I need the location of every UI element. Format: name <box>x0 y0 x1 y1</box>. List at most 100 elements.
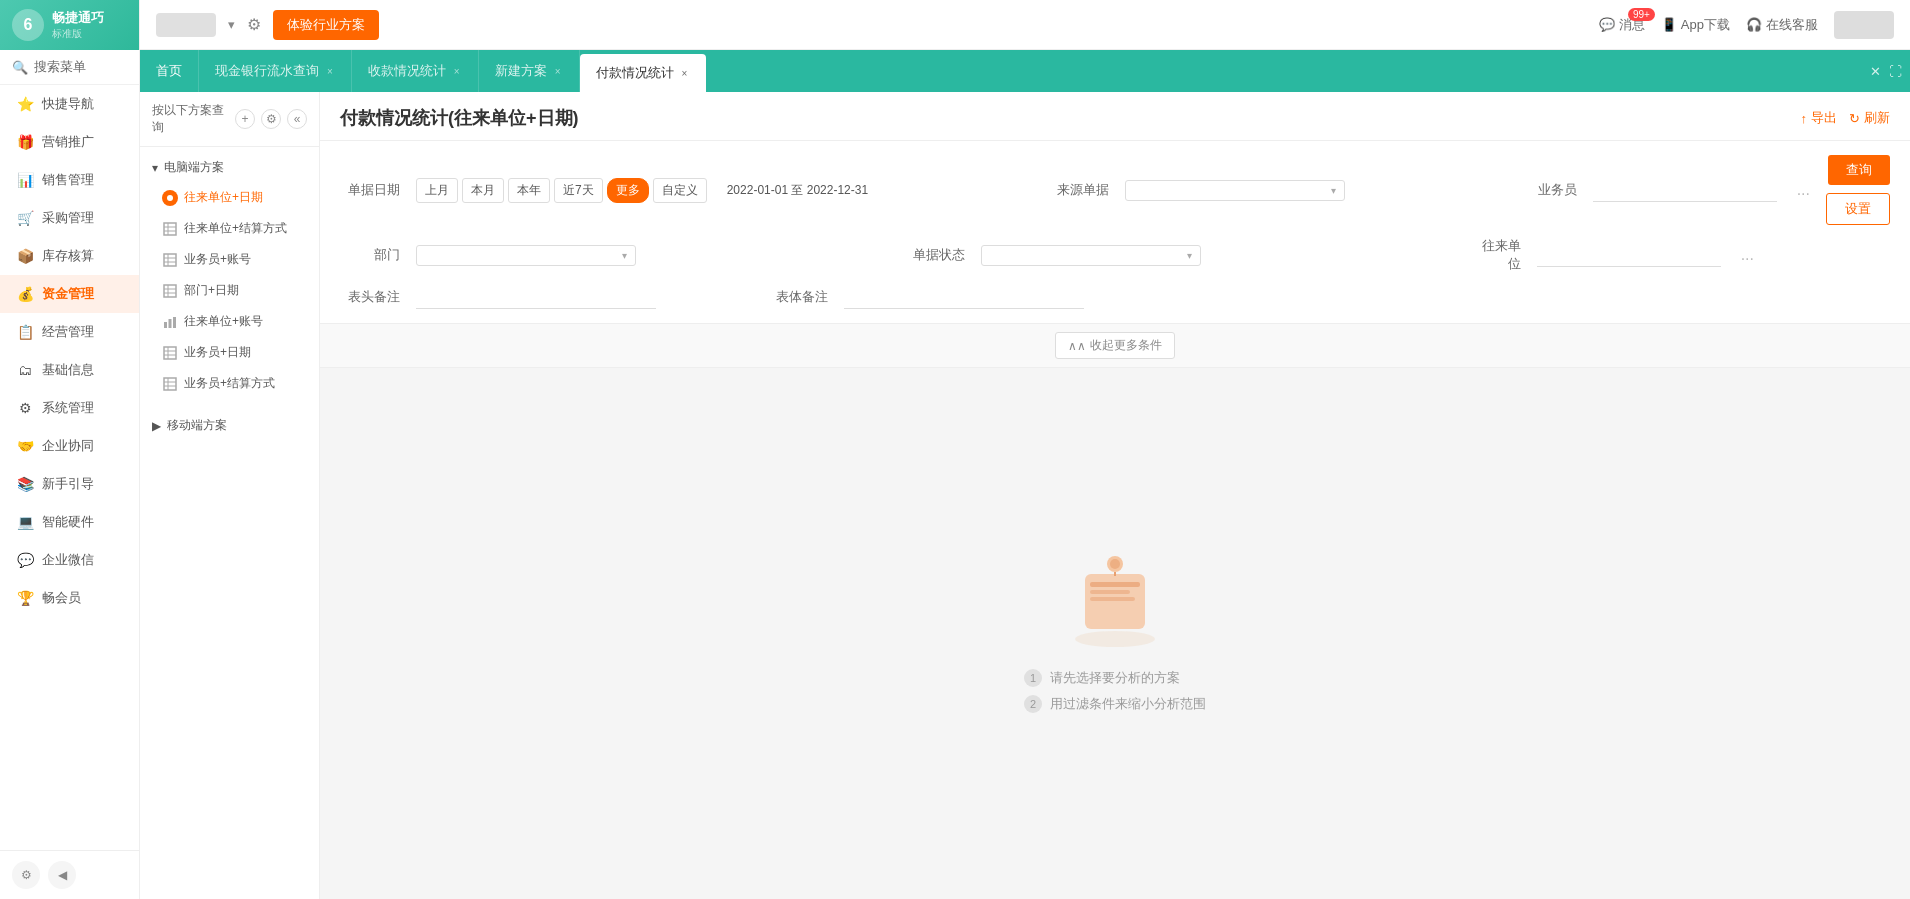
sidebar-item-marketing[interactable]: 🎁 营销推广 <box>0 123 139 161</box>
capital-icon: 💰 <box>16 285 34 303</box>
scheme-salesperson-account-label: 业务员+账号 <box>184 251 251 268</box>
app-download[interactable]: 📱 App下载 <box>1661 16 1730 34</box>
tab-new-scheme-close[interactable]: × <box>553 64 563 79</box>
body-note-label: 表体备注 <box>768 288 828 306</box>
header-note-input[interactable] <box>416 285 656 309</box>
tab-payment-stats-close[interactable]: × <box>680 66 690 81</box>
export-button[interactable]: ↑ 导出 <box>1801 109 1838 127</box>
scheme-salesperson-payment[interactable]: 业务员+结算方式 <box>140 368 319 399</box>
desktop-section-title[interactable]: ▾ 电脑端方案 <box>140 153 319 182</box>
tip-text-1: 请先选择要分析的方案 <box>1050 669 1180 687</box>
add-icon: + <box>241 112 248 126</box>
settings-footer-btn[interactable]: ⚙ <box>12 861 40 889</box>
sidebar-item-operations[interactable]: 📋 经营管理 <box>0 313 139 351</box>
sidebar-item-enterprise[interactable]: 🤝 企业协同 <box>0 427 139 465</box>
user-avatar-placeholder <box>156 13 216 37</box>
date-range-display: 2022-01-01 至 2022-12-31 <box>727 182 868 199</box>
date-btn-last-7-days[interactable]: 近7天 <box>554 178 603 203</box>
sidebar-item-wechat[interactable]: 💬 企业微信 <box>0 541 139 579</box>
scheme-settings-btn[interactable]: ⚙ <box>261 109 281 129</box>
sidebar-item-guide[interactable]: 📚 新手引导 <box>0 465 139 503</box>
date-btn-this-year[interactable]: 本年 <box>508 178 550 203</box>
date-btn-this-month[interactable]: 本月 <box>462 178 504 203</box>
bill-status-select[interactable]: ▾ <box>981 245 1201 266</box>
date-btn-last-month[interactable]: 上月 <box>416 178 458 203</box>
scheme-partner-account[interactable]: 往来单位+账号 <box>140 306 319 337</box>
source-select[interactable]: ▾ <box>1125 180 1345 201</box>
mobile-section-title[interactable]: ▶ 移动端方案 <box>140 411 319 440</box>
tab-expand-icon[interactable]: ⛶ <box>1889 64 1902 79</box>
dept-select[interactable]: ▾ <box>416 245 636 266</box>
messages-badge[interactable]: 💬 消息 99+ <box>1599 16 1645 34</box>
partner-dots[interactable]: ... <box>1741 246 1754 264</box>
tab-cash-bank-close[interactable]: × <box>325 64 335 79</box>
scheme-partner-date[interactable]: 往来单位+日期 <box>140 182 319 213</box>
collapse-panel-btn[interactable]: « <box>287 109 307 129</box>
collapse-sidebar-btn[interactable]: ◀ <box>48 861 76 889</box>
header-settings-icon[interactable]: ⚙ <box>247 15 261 34</box>
svg-rect-20 <box>164 378 176 390</box>
scheme-salesperson-account[interactable]: 业务员+账号 <box>140 244 319 275</box>
tab-receipt-stats[interactable]: 收款情况统计 × <box>352 50 479 92</box>
sidebar-item-label: 采购管理 <box>42 209 94 227</box>
right-content: 付款情况统计(往来单位+日期) ↑ 导出 ↻ 刷新 单据日期 <box>320 92 1910 899</box>
scheme-chart-icon <box>162 314 178 330</box>
sidebar-item-hardware[interactable]: 💻 智能硬件 <box>0 503 139 541</box>
header-note-label: 表头备注 <box>340 288 400 306</box>
header-chevron-icon[interactable]: ▾ <box>228 17 235 32</box>
date-buttons: 上月 本月 本年 近7天 更多 自定义 <box>416 178 707 203</box>
sidebar-item-member[interactable]: 🏆 畅会员 <box>0 579 139 617</box>
date-btn-more[interactable]: 更多 <box>607 178 649 203</box>
sidebar-search[interactable]: 🔍 搜索菜单 <box>0 50 139 85</box>
scheme-salesperson-date[interactable]: 业务员+日期 <box>140 337 319 368</box>
sidebar-item-quick-nav[interactable]: ⭐ 快捷导航 <box>0 85 139 123</box>
filter-row-3: 表头备注 表体备注 <box>340 285 1890 309</box>
user-avatar-right[interactable] <box>1834 11 1894 39</box>
tab-bar-spacer <box>706 50 1862 92</box>
sidebar-item-system[interactable]: ⚙ 系统管理 <box>0 389 139 427</box>
salesperson-input[interactable] <box>1593 178 1777 202</box>
sidebar-item-inventory[interactable]: 📦 库存核算 <box>0 237 139 275</box>
enterprise-icon: 🤝 <box>16 437 34 455</box>
scheme-partner-payment[interactable]: 往来单位+结算方式 <box>140 213 319 244</box>
scheme-dept-date[interactable]: 部门+日期 <box>140 275 319 306</box>
query-button[interactable]: 查询 <box>1828 155 1890 185</box>
refresh-button[interactable]: ↻ 刷新 <box>1849 109 1890 127</box>
sidebar-item-label: 基础信息 <box>42 361 94 379</box>
add-scheme-btn[interactable]: + <box>235 109 255 129</box>
left-panel-title: 按以下方案查询 <box>152 102 235 136</box>
logo-sub: 标准版 <box>52 27 104 41</box>
sidebar-footer: ⚙ ◀ <box>0 850 139 899</box>
trial-button[interactable]: 体验行业方案 <box>273 10 379 40</box>
member-icon: 🏆 <box>16 589 34 607</box>
settings-button[interactable]: 设置 <box>1826 193 1890 225</box>
tab-payment-stats[interactable]: 付款情况统计 × <box>580 54 707 92</box>
sidebar-item-purchase[interactable]: 🛒 采购管理 <box>0 199 139 237</box>
tab-receipt-stats-close[interactable]: × <box>452 64 462 79</box>
mobile-section-label: 移动端方案 <box>167 417 227 434</box>
collapse-more-btn[interactable]: ∧∧ 收起更多条件 <box>1055 332 1175 359</box>
tab-close-all-icon[interactable]: ✕ <box>1870 64 1881 79</box>
quick-nav-icon: ⭐ <box>16 95 34 113</box>
date-btn-custom[interactable]: 自定义 <box>653 178 707 203</box>
tab-new-scheme[interactable]: 新建方案 × <box>479 50 580 92</box>
svg-point-24 <box>1075 631 1155 647</box>
export-label: 导出 <box>1811 109 1837 127</box>
tab-cash-bank[interactable]: 现金银行流水查询 × <box>199 50 352 92</box>
sidebar-item-basic-info[interactable]: 🗂 基础信息 <box>0 351 139 389</box>
message-icon: 💬 <box>1599 17 1615 32</box>
online-support[interactable]: 🎧 在线客服 <box>1746 16 1818 34</box>
sidebar-item-capital[interactable]: 💰 资金管理 <box>0 275 139 313</box>
body-note-input[interactable] <box>844 285 1084 309</box>
scheme-partner-payment-label: 往来单位+结算方式 <box>184 220 287 237</box>
svg-rect-9 <box>164 285 176 297</box>
sidebar-item-label: 企业协同 <box>42 437 94 455</box>
main-area: ▾ ⚙ 体验行业方案 💬 消息 99+ 📱 App下载 🎧 在线客服 首页 <box>140 0 1910 899</box>
partner-input[interactable] <box>1537 243 1721 267</box>
tab-home[interactable]: 首页 <box>140 50 199 92</box>
bill-status-arrow-icon: ▾ <box>1187 250 1192 261</box>
scheme-table-icon4 <box>162 345 178 361</box>
sidebar-item-sales[interactable]: 📊 销售管理 <box>0 161 139 199</box>
svg-rect-26 <box>1090 582 1140 587</box>
salesperson-dots[interactable]: ... <box>1797 181 1810 199</box>
